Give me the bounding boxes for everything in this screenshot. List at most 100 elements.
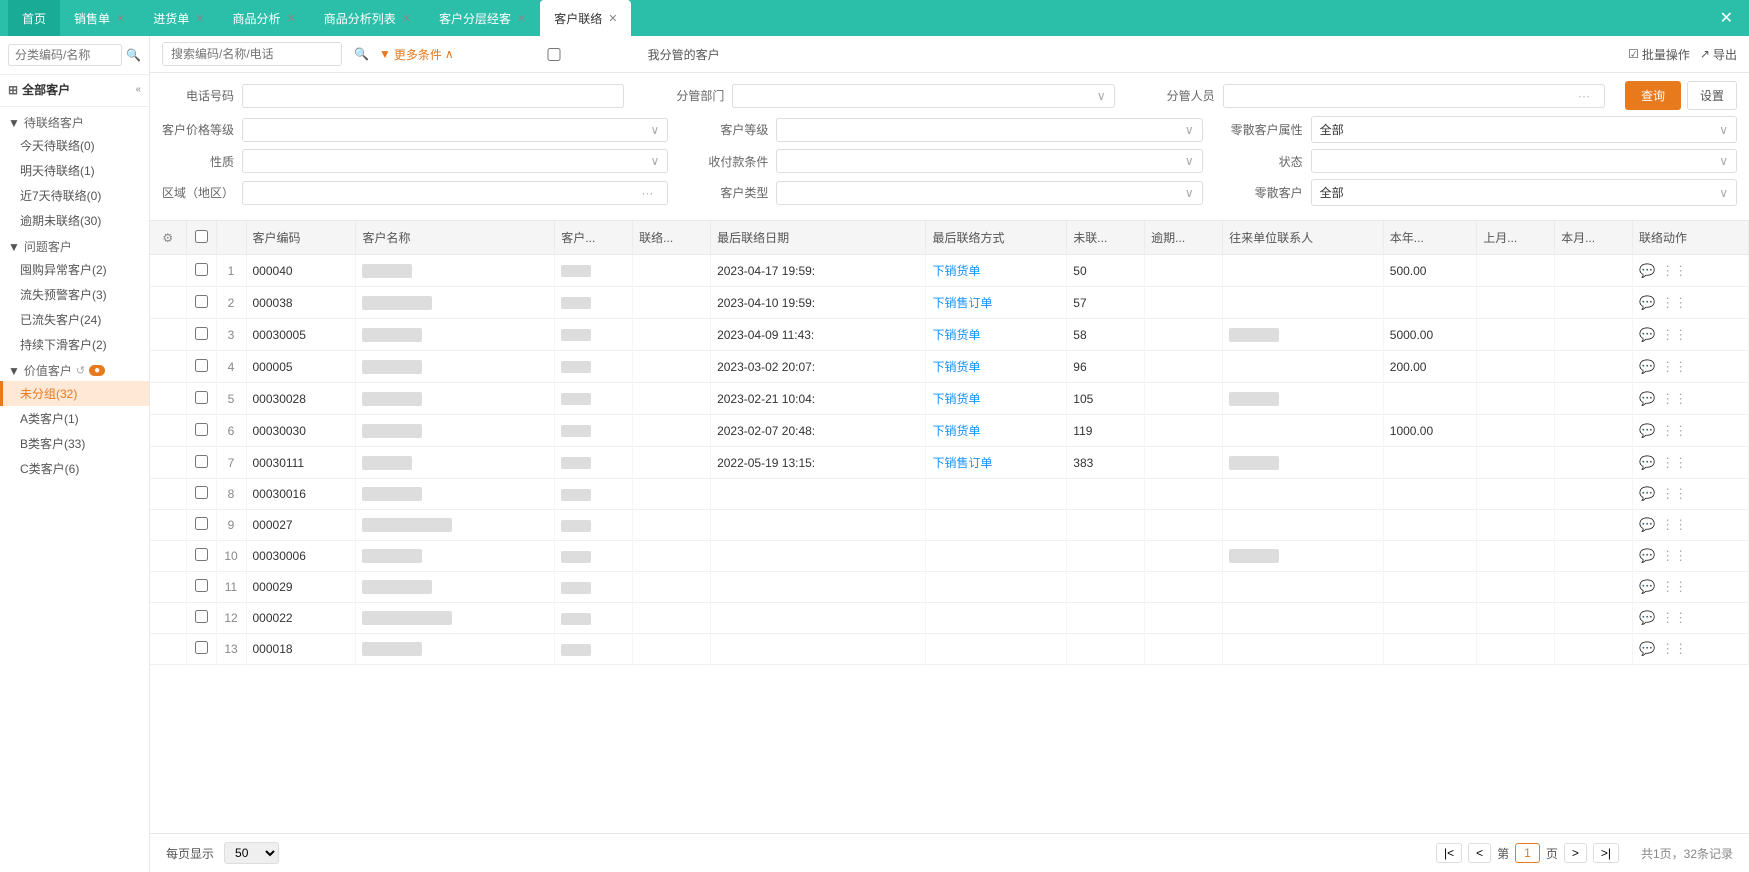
- chat-icon[interactable]: 💬: [1639, 423, 1655, 439]
- contact-method-link[interactable]: 下销货单: [932, 328, 980, 342]
- tab-home[interactable]: 首页: [8, 0, 60, 36]
- chat-icon[interactable]: 💬: [1639, 579, 1655, 595]
- search-input[interactable]: [162, 42, 342, 66]
- dept-select[interactable]: ∨: [732, 84, 1114, 108]
- row-name[interactable]: 淡...: [356, 603, 555, 634]
- close-icon[interactable]: ✕: [116, 12, 125, 25]
- more-actions-icon[interactable]: ⋮⋮: [1661, 327, 1687, 343]
- group-pending-contact[interactable]: ▼ 待联络客户: [0, 109, 149, 133]
- current-page-input[interactable]: 1: [1515, 843, 1540, 863]
- chat-icon[interactable]: 💬: [1639, 359, 1655, 375]
- row-checkbox[interactable]: [186, 541, 216, 572]
- sidebar-item-overdue[interactable]: 逾期未联络(30): [0, 208, 149, 233]
- row-select-checkbox[interactable]: [195, 548, 208, 561]
- next-page-button[interactable]: >: [1564, 843, 1587, 863]
- row-select-checkbox[interactable]: [195, 295, 208, 308]
- last-page-button[interactable]: >|: [1593, 843, 1619, 863]
- row-name[interactable]: [356, 351, 555, 383]
- my-customers-checkbox[interactable]: [464, 48, 644, 61]
- tab-product-analysis-list[interactable]: 商品分析列表 ✕: [310, 0, 425, 36]
- more-actions-icon[interactable]: ⋮⋮: [1661, 295, 1687, 311]
- more-actions-icon[interactable]: ⋮⋮: [1661, 610, 1687, 626]
- chat-icon[interactable]: 💬: [1639, 295, 1655, 311]
- more-actions-icon[interactable]: ⋮⋮: [1661, 423, 1687, 439]
- search-icon[interactable]: 🔍: [354, 47, 369, 61]
- chat-icon[interactable]: 💬: [1639, 263, 1655, 279]
- group-value-customers[interactable]: ▼ 价值客户 ↺ ●: [0, 357, 149, 381]
- row-checkbox[interactable]: [186, 287, 216, 319]
- more-actions-icon[interactable]: ⋮⋮: [1661, 263, 1687, 279]
- more-actions-icon[interactable]: ⋮⋮: [1661, 486, 1687, 502]
- contact-method-link[interactable]: 下销售订单: [932, 296, 992, 310]
- chat-icon[interactable]: 💬: [1639, 486, 1655, 502]
- sidebar-item-warning[interactable]: 流失预警客户(3): [0, 282, 149, 307]
- settings-icon[interactable]: ⚙: [162, 231, 173, 245]
- row-checkbox[interactable]: [186, 447, 216, 479]
- row-select-checkbox[interactable]: [195, 359, 208, 372]
- more-actions-icon[interactable]: ⋮⋮: [1661, 455, 1687, 471]
- more-conditions-button[interactable]: ▼ 更多条件 ∧: [379, 46, 454, 63]
- payment-select[interactable]: ∨: [776, 149, 1202, 173]
- phone-input[interactable]: [242, 84, 624, 108]
- tab-customer-contact[interactable]: 客户联络 ✕: [540, 0, 631, 36]
- reset-button[interactable]: 设置: [1687, 81, 1737, 110]
- my-customers-checkbox-label[interactable]: 我分管的客户: [464, 46, 720, 63]
- more-icon[interactable]: ···: [635, 186, 659, 200]
- row-checkbox[interactable]: [186, 319, 216, 351]
- th-name[interactable]: 客户名称: [356, 221, 555, 255]
- row-last-contact-method[interactable]: 下销货单: [926, 383, 1067, 415]
- sidebar-item-7days[interactable]: 近7天待联络(0): [0, 183, 149, 208]
- row-checkbox[interactable]: [186, 603, 216, 634]
- tab-bar-close-icon[interactable]: ✕: [1712, 8, 1741, 28]
- row-last-contact-method[interactable]: 下销货单: [926, 255, 1067, 287]
- row-last-contact-method[interactable]: [926, 603, 1067, 634]
- more-actions-icon[interactable]: ⋮⋮: [1661, 579, 1687, 595]
- th-overdue[interactable]: 逾期...: [1145, 221, 1223, 255]
- th-last-contact-date[interactable]: 最后联络日期: [711, 221, 926, 255]
- row-last-contact-method[interactable]: [926, 541, 1067, 572]
- th-no-contact-days[interactable]: 未联...: [1067, 221, 1145, 255]
- th-contact[interactable]: 联络...: [633, 221, 711, 255]
- row-select-checkbox[interactable]: [195, 486, 208, 499]
- row-last-contact-method[interactable]: 下销售订单: [926, 447, 1067, 479]
- contact-method-link[interactable]: 下销货单: [932, 424, 980, 438]
- tab-customer-segment[interactable]: 客户分层经客 ✕: [425, 0, 540, 36]
- chat-icon[interactable]: 💬: [1639, 391, 1655, 407]
- close-icon[interactable]: ✕: [195, 12, 204, 25]
- tab-product-analysis[interactable]: 商品分析 ✕: [218, 0, 309, 36]
- chat-icon[interactable]: 💬: [1639, 517, 1655, 533]
- chat-icon[interactable]: 💬: [1639, 455, 1655, 471]
- th-last-contact-method[interactable]: 最后联络方式: [926, 221, 1067, 255]
- row-checkbox[interactable]: [186, 415, 216, 447]
- th-this-month[interactable]: 本月...: [1555, 221, 1633, 255]
- first-page-button[interactable]: |<: [1436, 843, 1462, 863]
- more-icon[interactable]: ···: [1572, 89, 1596, 103]
- row-last-contact-method[interactable]: 下销售订单: [926, 287, 1067, 319]
- all-customers-header[interactable]: ⊞ 全部客户 «: [0, 75, 149, 104]
- more-actions-icon[interactable]: ⋮⋮: [1661, 359, 1687, 375]
- tab-sales[interactable]: 销售单 ✕: [60, 0, 139, 36]
- contact-method-link[interactable]: 下销货单: [932, 392, 980, 406]
- prev-page-button[interactable]: <: [1468, 843, 1491, 863]
- sidebar-item-ungrouped[interactable]: 未分组(32): [0, 381, 149, 406]
- row-checkbox[interactable]: [186, 255, 216, 287]
- row-name[interactable]: [356, 319, 555, 351]
- row-checkbox[interactable]: [186, 572, 216, 603]
- sidebar-search-input[interactable]: [8, 44, 122, 66]
- row-select-checkbox[interactable]: [195, 423, 208, 436]
- row-name[interactable]: [356, 383, 555, 415]
- row-name[interactable]: ...请: [356, 287, 555, 319]
- th-unit-contact[interactable]: 往来单位联系人: [1223, 221, 1384, 255]
- chat-icon[interactable]: 💬: [1639, 610, 1655, 626]
- row-select-checkbox[interactable]: [195, 391, 208, 404]
- select-all-checkbox[interactable]: [195, 230, 208, 243]
- page-size-select[interactable]: 50 100 200: [224, 842, 279, 864]
- close-icon[interactable]: ✕: [517, 12, 526, 25]
- th-current-year[interactable]: 本年...: [1383, 221, 1476, 255]
- more-actions-icon[interactable]: ⋮⋮: [1661, 391, 1687, 407]
- contact-method-link[interactable]: 下销货单: [932, 264, 980, 278]
- sidebar-search-icon[interactable]: 🔍: [126, 48, 141, 62]
- row-last-contact-method[interactable]: 下销货单: [926, 351, 1067, 383]
- sidebar-item-class-c[interactable]: C类客户(6): [0, 456, 149, 481]
- row-checkbox[interactable]: [186, 634, 216, 665]
